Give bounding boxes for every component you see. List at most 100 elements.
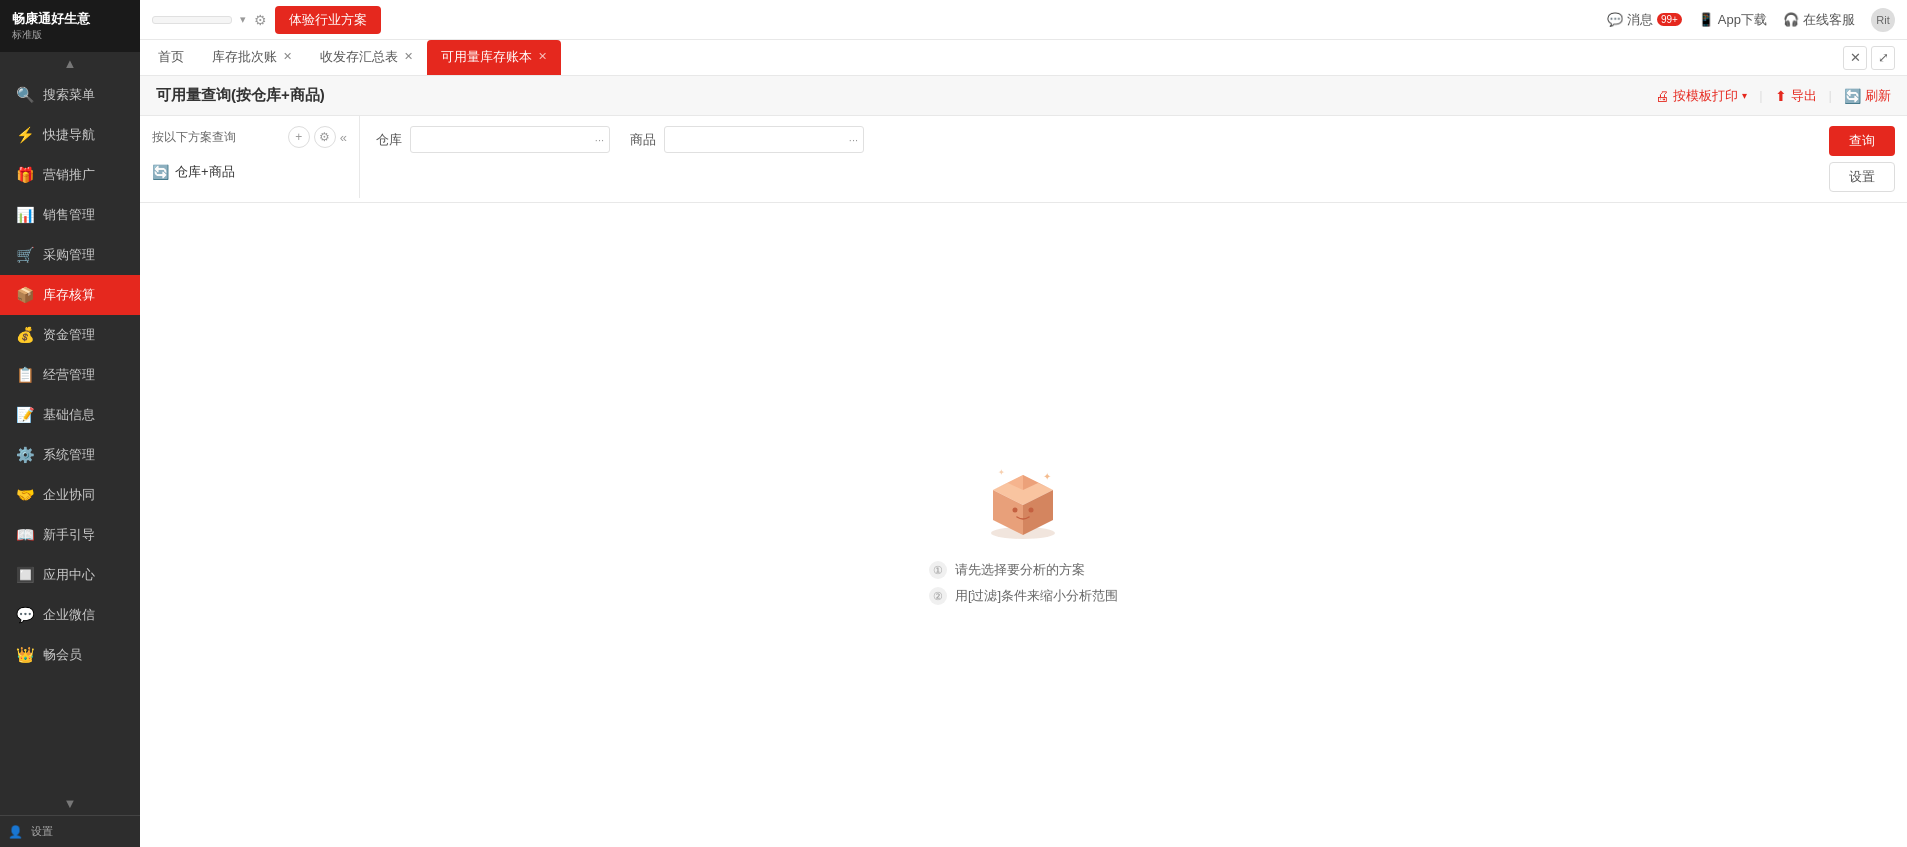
tip-num-2: ② — [929, 587, 947, 605]
mobile-icon: 📱 — [1698, 12, 1714, 27]
refresh-label: 刷新 — [1865, 87, 1891, 105]
print-dropdown-icon[interactable]: ▾ — [1742, 90, 1747, 101]
export-button[interactable]: ⬆ 导出 — [1775, 87, 1817, 105]
refresh-icon: 🔄 — [1844, 88, 1861, 104]
sidebar-item-enterprise-wechat[interactable]: 💬 企业微信 — [0, 595, 140, 635]
sidebar-label-enterprise-wechat: 企业微信 — [43, 606, 95, 624]
sidebar-item-search[interactable]: 🔍 搜索菜单 — [0, 75, 140, 115]
sidebar-item-app-center[interactable]: 🔲 应用中心 — [0, 555, 140, 595]
scroll-up-arrow[interactable]: ▲ — [0, 52, 140, 75]
sidebar-scroll: 🔍 搜索菜单 ⚡ 快捷导航 🎁 营销推广 📊 销售管理 🛒 采购管理 📦 库存核… — [0, 75, 140, 792]
collapse-scheme-button[interactable]: « — [340, 130, 347, 145]
industry-solution-button[interactable]: 体验行业方案 — [275, 6, 381, 34]
avatar-initials: Rit — [1876, 14, 1889, 26]
tab-label-stock-summary: 收发存汇总表 — [320, 48, 398, 66]
online-service-label: 在线客服 — [1803, 11, 1855, 29]
sidebar-label-search: 搜索菜单 — [43, 86, 95, 104]
print-template-button[interactable]: 🖨 按模板打印 ▾ — [1655, 87, 1747, 105]
scheme-item-icon: 🔄 — [152, 164, 169, 180]
scheme-label: 按以下方案查询 — [152, 129, 236, 146]
sidebar-label-sales-management: 销售管理 — [43, 206, 95, 224]
headset-icon: 🎧 — [1783, 12, 1799, 27]
tip-text-2: 用[过滤]条件来缩小分析范围 — [955, 587, 1118, 605]
sidebar-label-business-management: 经营管理 — [43, 366, 95, 384]
tab-close-stock-summary[interactable]: ✕ — [404, 50, 413, 63]
topbar: ▾ ⚙ 体验行业方案 💬 消息 99+ 📱 App下载 🎧 在线客服 Rit — [140, 0, 1907, 40]
add-scheme-button[interactable]: + — [288, 126, 310, 148]
app-download-button[interactable]: 📱 App下载 — [1698, 11, 1767, 29]
sidebar-bottom-icon: 👤 — [8, 825, 23, 839]
sidebar-item-business-management[interactable]: 📋 经营管理 — [0, 355, 140, 395]
goods-input[interactable] — [664, 126, 864, 153]
tab-home[interactable]: 首页 — [144, 40, 198, 75]
sidebar-icon-enterprise-collaboration: 🤝 — [16, 486, 35, 504]
close-tab-button[interactable]: ✕ — [1843, 46, 1867, 70]
sidebar-item-purchase-management[interactable]: 🛒 采购管理 — [0, 235, 140, 275]
app-version: 标准版 — [12, 28, 128, 42]
tab-available-ledger[interactable]: 可用量库存账本✕ — [427, 40, 561, 75]
empty-tip-1: ① 请先选择要分析的方案 — [929, 561, 1118, 579]
settings-scheme-button[interactable]: ⚙ — [314, 126, 336, 148]
empty-tip-2: ② 用[过滤]条件来缩小分析范围 — [929, 587, 1118, 605]
refresh-button[interactable]: 🔄 刷新 — [1844, 87, 1891, 105]
sidebar-item-inventory-accounting[interactable]: 📦 库存核算 — [0, 275, 140, 315]
sidebar-logo: 畅康通好生意 标准版 — [0, 0, 140, 52]
tab-label-batch-account: 库存批次账 — [212, 48, 277, 66]
sidebar-item-system-management[interactable]: ⚙️ 系统管理 — [0, 435, 140, 475]
sidebar-item-new-user-guide[interactable]: 📖 新手引导 — [0, 515, 140, 555]
divider1: | — [1759, 88, 1762, 103]
svg-text:✦: ✦ — [998, 468, 1005, 477]
divider2: | — [1829, 88, 1832, 103]
scroll-down-arrow[interactable]: ▼ — [0, 792, 140, 815]
settings-button[interactable]: 设置 — [1829, 162, 1895, 192]
goods-more-icon[interactable]: ··· — [849, 134, 858, 146]
scheme-item-warehouse-goods[interactable]: 🔄 仓库+商品 — [140, 156, 359, 188]
sidebar-bottom: 👤 设置 — [0, 815, 140, 847]
message-badge: 99+ — [1657, 13, 1682, 26]
online-service-button[interactable]: 🎧 在线客服 — [1783, 11, 1855, 29]
topbar-right: 💬 消息 99+ 📱 App下载 🎧 在线客服 Rit — [1607, 8, 1895, 32]
warehouse-more-icon[interactable]: ··· — [595, 134, 604, 146]
message-button[interactable]: 💬 消息 99+ — [1607, 11, 1682, 29]
empty-tips: ① 请先选择要分析的方案 ② 用[过滤]条件来缩小分析范围 — [929, 561, 1118, 605]
sidebar-item-basic-info[interactable]: 📝 基础信息 — [0, 395, 140, 435]
sidebar-item-enterprise-collaboration[interactable]: 🤝 企业协同 — [0, 475, 140, 515]
svg-point-6 — [1013, 508, 1018, 513]
sidebar-icon-fund-management: 💰 — [16, 326, 35, 344]
user-profile-button[interactable]: Rit — [1871, 8, 1895, 32]
print-icon: 🖨 — [1655, 88, 1669, 104]
sidebar-icon-new-user-guide: 📖 — [16, 526, 35, 544]
tab-close-available-ledger[interactable]: ✕ — [538, 50, 547, 63]
sidebar-item-fund-management[interactable]: 💰 资金管理 — [0, 315, 140, 355]
warehouse-label: 仓库 — [376, 131, 402, 149]
sidebar-item-marketing-promotion[interactable]: 🎁 营销推广 — [0, 155, 140, 195]
sidebar-icon-purchase-management: 🛒 — [16, 246, 35, 264]
sidebar-icon-enterprise-wechat: 💬 — [16, 606, 35, 624]
settings-icon[interactable]: ⚙ — [254, 12, 267, 28]
sidebar-label-fund-management: 资金管理 — [43, 326, 95, 344]
content-area: ✦ ✦ ① 请先选择要分析的方案 ② 用[过滤]条件来缩小分析范围 — [140, 203, 1907, 847]
goods-label: 商品 — [630, 131, 656, 149]
tabbar-actions: ✕ ⤢ — [1835, 40, 1903, 75]
sidebar-icon-business-management: 📋 — [16, 366, 35, 384]
user-avatar: Rit — [1871, 8, 1895, 32]
sidebar-label-new-user-guide: 新手引导 — [43, 526, 95, 544]
tab-batch-account[interactable]: 库存批次账 ✕ — [198, 40, 306, 75]
tab-stock-summary[interactable]: 收发存汇总表 ✕ — [306, 40, 427, 75]
warehouse-input[interactable] — [410, 126, 610, 153]
export-label: 导出 — [1791, 87, 1817, 105]
sidebar-icon-basic-info: 📝 — [16, 406, 35, 424]
page-header-actions: 🖨 按模板打印 ▾ | ⬆ 导出 | 🔄 刷新 — [1655, 87, 1891, 105]
sidebar-item-shortcut[interactable]: ⚡ 快捷导航 — [0, 115, 140, 155]
sidebar-label-shortcut: 快捷导航 — [43, 126, 95, 144]
sidebar-item-sales-management[interactable]: 📊 销售管理 — [0, 195, 140, 235]
breadcrumb-dropdown-icon[interactable]: ▾ — [240, 13, 246, 26]
expand-button[interactable]: ⤢ — [1871, 46, 1895, 70]
query-button[interactable]: 查询 — [1829, 126, 1895, 156]
sidebar-label-purchase-management: 采购管理 — [43, 246, 95, 264]
svg-text:✦: ✦ — [1043, 471, 1051, 482]
tabbar: 首页库存批次账✕收发存汇总表✕可用量库存账本✕ ✕ ⤢ — [140, 40, 1907, 76]
tab-close-batch-account[interactable]: ✕ — [283, 50, 292, 63]
sidebar-item-vip-member[interactable]: 👑 畅会员 — [0, 635, 140, 675]
print-label: 按模板打印 — [1673, 87, 1738, 105]
